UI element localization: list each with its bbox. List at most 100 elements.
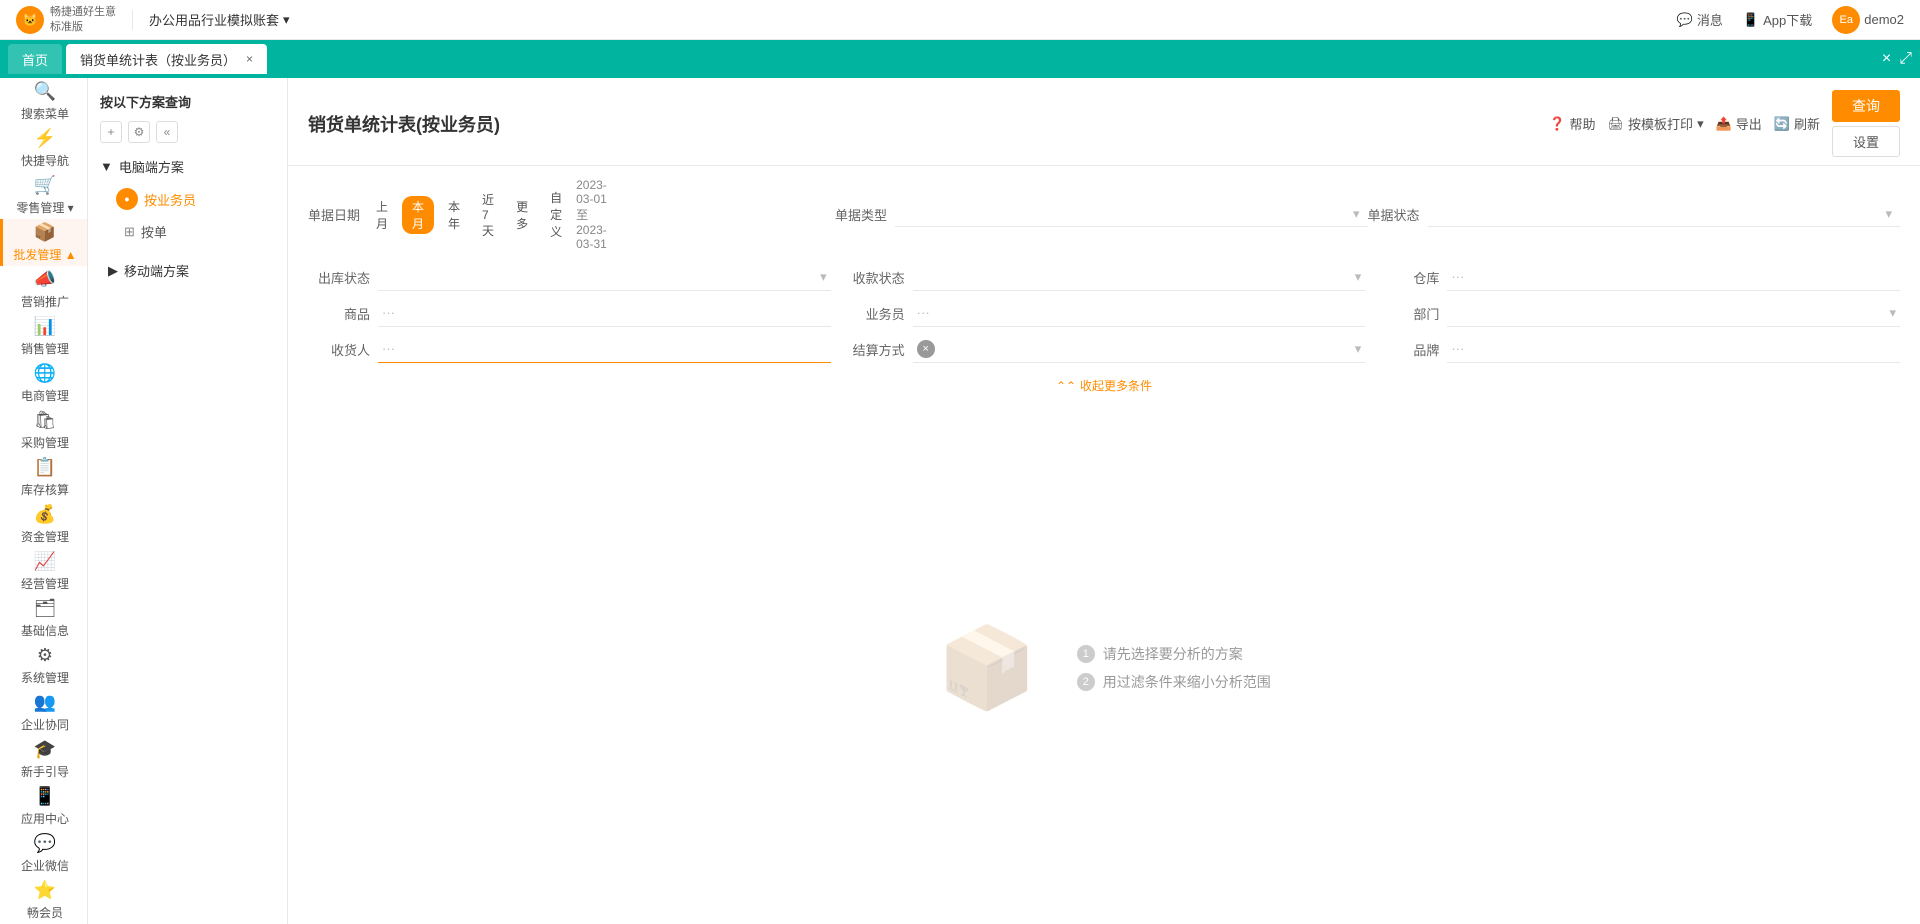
nav-purchase[interactable]: 🛍 采购管理 (0, 407, 87, 454)
filter-payment: 收款状态 ▾ (843, 263, 1366, 291)
filter-consignee: 收货人 ··· (308, 335, 831, 363)
top-bar-right: 💬 消息 📱 App下载 Ea demo2 (1677, 6, 1904, 34)
refresh-icon: 🔄 (1774, 116, 1790, 132)
refresh-btn[interactable]: 🔄 刷新 (1774, 114, 1820, 133)
consignee-input[interactable]: ··· (378, 335, 831, 363)
nav-member[interactable]: ⭐ 畅会员 (0, 877, 87, 924)
brand-select[interactable]: ··· (1447, 335, 1900, 363)
collapse-more-btn[interactable]: ⌃⌃ 收起更多条件 (308, 371, 1900, 400)
app-download-btn[interactable]: 📱 App下载 (1743, 10, 1812, 29)
nav-wechat[interactable]: 💬 企业微信 (0, 830, 87, 877)
date-btn-this-month[interactable]: 本月 (402, 196, 434, 234)
window-maximize-btn[interactable]: ⤢ (1899, 50, 1912, 68)
query-btn[interactable]: 查询 (1832, 90, 1900, 122)
user-profile[interactable]: Ea demo2 (1832, 6, 1904, 34)
avatar: Ea (1832, 6, 1860, 34)
company-select[interactable]: 办公用品行业模拟账套 ▾ (149, 10, 290, 29)
goods-dots: ··· (382, 305, 395, 320)
sidebar-section-desktop-title[interactable]: ▼ 电脑端方案 (88, 151, 287, 182)
date-btn-last7[interactable]: 近7天 (474, 189, 502, 241)
operations-icon: 📈 (34, 551, 56, 572)
filter-goods: 商品 ··· (308, 299, 831, 327)
dept-select[interactable]: ▾ (1447, 299, 1900, 327)
date-range-display: 2023-03-01 至 2023-03-31 (576, 178, 607, 251)
outbound-chevron: ▾ (820, 269, 827, 285)
message-icon: 💬 (1677, 12, 1693, 28)
empty-state: 📦 1 请先选择要分析的方案 2 用过滤条件来缩小分析范围 (288, 412, 1920, 924)
tab-active[interactable]: 销货单统计表（按业务员） × (66, 44, 267, 74)
nav-inventory[interactable]: 📋 库存核算 (0, 454, 87, 501)
sidebar-section-mobile-title[interactable]: ▶ 移动端方案 (88, 255, 287, 286)
download-icon: 📱 (1743, 12, 1759, 28)
window-close-btn[interactable]: × (1882, 50, 1891, 68)
order-type-label: 单据类型 (835, 205, 895, 224)
order-type-select[interactable]: ▾ (895, 202, 1367, 227)
payment-select[interactable]: ▾ (913, 263, 1366, 291)
outbound-select[interactable]: ▾ (378, 263, 831, 291)
payment-chevron: ▾ (1355, 269, 1362, 285)
salesperson-dots: ··· (917, 305, 930, 320)
nav-sales[interactable]: 📊 销售管理 (0, 313, 87, 360)
order-status-label: 单据状态 (1368, 205, 1428, 224)
sidebar-add-btn[interactable]: + (100, 121, 122, 143)
sidebar-settings-btn[interactable]: ⚙ (128, 121, 150, 143)
top-bar: 🐱 畅捷通好生意 标准版 办公用品行业模拟账套 ▾ 💬 消息 📱 App下载 E… (0, 0, 1920, 40)
retail-icon: 🛒 (34, 175, 56, 196)
salesperson-select[interactable]: ··· (913, 299, 1366, 327)
date-btn-this-year[interactable]: 本年 (440, 196, 468, 234)
nav-system[interactable]: ⚙ 系统管理 (0, 642, 87, 689)
date-label: 单据日期 (308, 205, 368, 224)
date-btn-custom[interactable]: 自定义 (542, 187, 570, 242)
left-nav: 🔍 搜索菜单 ⚡ 快捷导航 🛒 零售管理 ▾ 📦 批发管理 ▲ 📣 营销推广 📊… (0, 78, 88, 924)
print-btn[interactable]: 🖨 按模板打印 ▾ (1608, 114, 1704, 133)
export-btn[interactable]: 📤 导出 (1716, 114, 1762, 133)
dept-chevron: ▾ (1889, 305, 1896, 321)
marketing-icon: 📣 (34, 269, 56, 290)
settlement-clear-btn[interactable]: × (917, 340, 935, 358)
nav-basic[interactable]: 🗂 基础信息 (0, 595, 87, 642)
nav-enterprise[interactable]: 👥 企业协同 (0, 689, 87, 736)
nav-appcenter[interactable]: 📱 应用中心 (0, 783, 87, 830)
filter-row-date: 单据日期 上月 本月 本年 近7天 更多 自定义 2023-03-01 至 20… (308, 178, 1900, 251)
settings-btn[interactable]: 设置 (1832, 126, 1900, 157)
nav-retail[interactable]: 🛒 零售管理 ▾ (0, 172, 87, 219)
help-btn[interactable]: ❓ 帮助 (1549, 114, 1595, 133)
date-btn-more[interactable]: 更多 (508, 196, 536, 234)
nav-quick-nav[interactable]: ⚡ 快捷导航 (0, 125, 87, 172)
sidebar-item-by-salesperson[interactable]: ● 按业务员 (88, 182, 287, 216)
tab-close-btn[interactable]: × (246, 52, 253, 66)
order-status-select[interactable]: ▾ (1428, 202, 1900, 227)
system-icon: ⚙ (37, 645, 53, 666)
salesperson-label: 业务员 (843, 304, 913, 323)
nav-wholesale[interactable]: 📦 批发管理 ▲ (0, 219, 87, 266)
nav-operations[interactable]: 📈 经营管理 (0, 548, 87, 595)
date-filter: 上月 本月 本年 近7天 更多 自定义 2023-03-01 至 2023-03… (368, 178, 607, 251)
filter-settlement: 结算方式 × ▾ (843, 335, 1366, 363)
nav-marketing[interactable]: 📣 营销推广 (0, 266, 87, 313)
goods-label: 商品 (308, 304, 378, 323)
tab-home[interactable]: 首页 (8, 44, 62, 74)
nav-newbie[interactable]: 🎓 新手引导 (0, 736, 87, 783)
message-btn[interactable]: 💬 消息 (1677, 10, 1723, 29)
sidebar-item-by-order[interactable]: ⊞ 按单 (88, 216, 287, 247)
date-btn-last-month[interactable]: 上月 (368, 196, 396, 234)
basic-icon: 🗂 (34, 598, 57, 619)
warehouse-dots: ··· (1451, 269, 1464, 284)
nav-ecommerce[interactable]: 🌐 电商管理 (0, 360, 87, 407)
logo-icon: 🐱 (16, 6, 44, 34)
finance-icon: 💰 (34, 504, 56, 525)
warehouse-select[interactable]: ··· (1447, 263, 1900, 291)
settlement-select[interactable]: × ▾ (913, 335, 1366, 363)
nav-search-menu[interactable]: 🔍 搜索菜单 (0, 78, 87, 125)
order-status-chevron: ▾ (1885, 206, 1892, 222)
logo-text: 畅捷通好生意 标准版 (50, 5, 116, 34)
main-layout: 🔍 搜索菜单 ⚡ 快捷导航 🛒 零售管理 ▾ 📦 批发管理 ▲ 📣 营销推广 📊… (0, 78, 1920, 924)
goods-select[interactable]: ··· (378, 299, 831, 327)
filter-salesperson: 业务员 ··· (843, 299, 1366, 327)
nav-finance[interactable]: 💰 资金管理 (0, 501, 87, 548)
wechat-icon: 💬 (34, 833, 56, 854)
sidebar-collapse-btn[interactable]: « (156, 121, 178, 143)
print-icon: 🖨 (1608, 116, 1625, 132)
purchase-icon: 🛍 (34, 410, 57, 431)
consignee-dots: ··· (382, 341, 395, 356)
